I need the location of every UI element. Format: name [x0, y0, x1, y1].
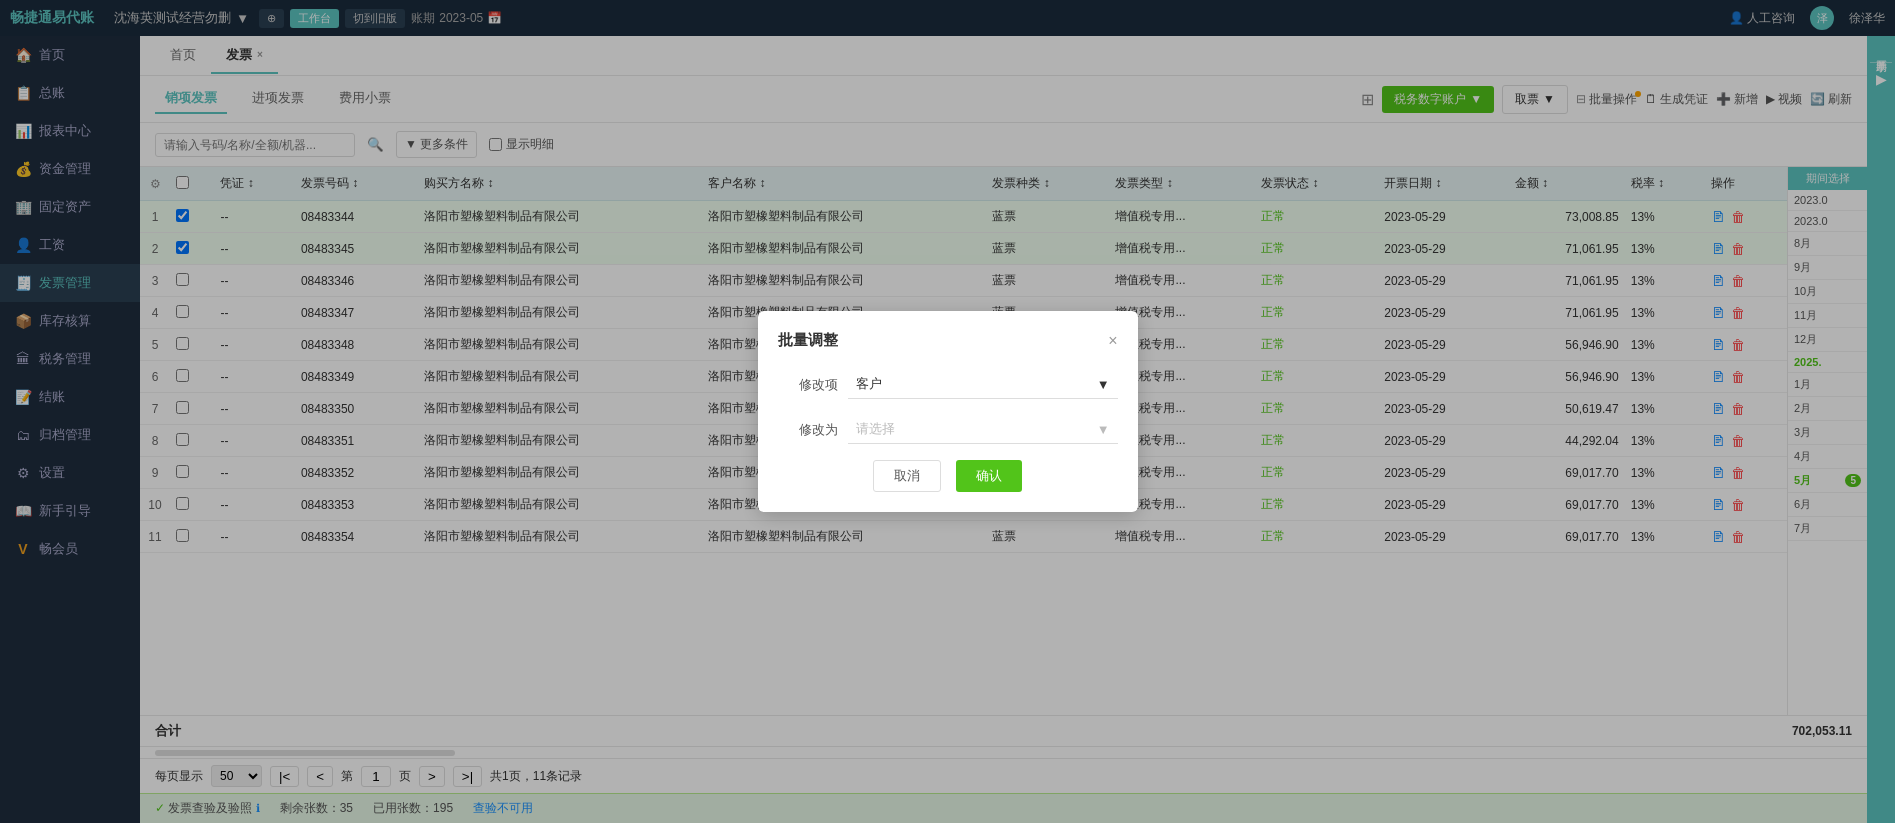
modal-value-select[interactable]: 请选择 ▼ — [848, 415, 1118, 444]
modal-confirm-btn[interactable]: 确认 — [956, 460, 1022, 492]
modal-close-btn[interactable]: × — [1108, 332, 1117, 350]
modal-field-chevron: ▼ — [1097, 377, 1110, 392]
modal-overlay: 批量调整 × 修改项 客户 ▼ 修改为 请选择 ▼ 取消 确认 — [0, 0, 1895, 823]
modal-field-value: 客户 — [856, 375, 882, 393]
batch-adjust-modal: 批量调整 × 修改项 客户 ▼ 修改为 请选择 ▼ 取消 确认 — [758, 311, 1138, 512]
modal-value-row: 修改为 请选择 ▼ — [778, 415, 1118, 444]
modal-value-label: 修改为 — [778, 421, 838, 439]
modal-field-select[interactable]: 客户 ▼ — [848, 370, 1118, 399]
modal-footer: 取消 确认 — [778, 460, 1118, 492]
modal-value-chevron: ▼ — [1097, 422, 1110, 437]
modal-header: 批量调整 × — [778, 331, 1118, 350]
modal-field-label: 修改项 — [778, 376, 838, 394]
modal-title: 批量调整 — [778, 331, 838, 350]
modal-field-row: 修改项 客户 ▼ — [778, 370, 1118, 399]
modal-value-placeholder: 请选择 — [856, 420, 895, 438]
modal-cancel-btn[interactable]: 取消 — [873, 460, 941, 492]
